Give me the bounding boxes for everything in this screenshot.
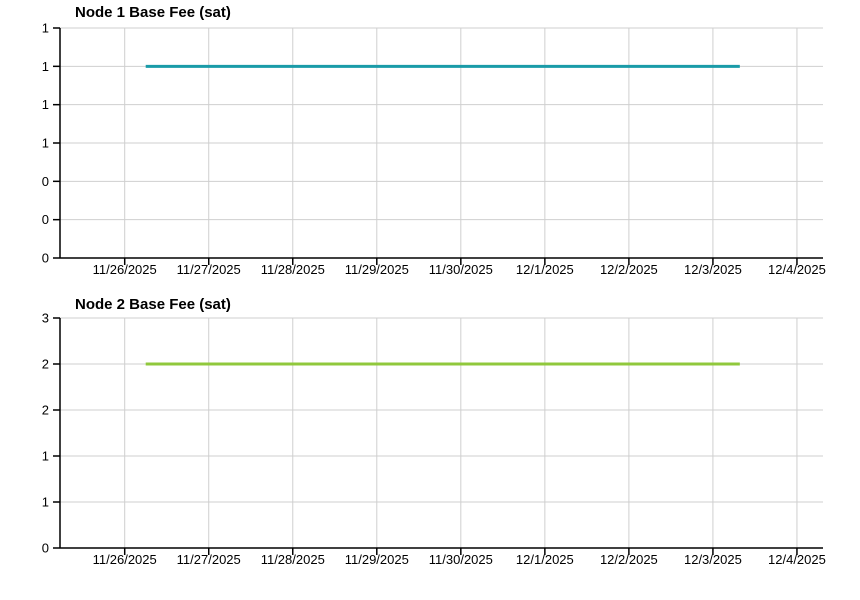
- y-tick-label: 0: [42, 251, 49, 266]
- x-tick-label: 11/27/2025: [177, 552, 241, 567]
- y-tick-label: 0: [42, 541, 49, 556]
- y-tick-label: 0: [42, 174, 49, 189]
- x-tick-label: 12/4/2025: [768, 262, 826, 277]
- x-tick-label: 12/1/2025: [516, 552, 574, 567]
- y-tick-label: 1: [42, 59, 49, 74]
- x-tick-label: 12/2/2025: [600, 552, 658, 567]
- y-tick-label: 1: [42, 449, 49, 464]
- x-tick-label: 11/30/2025: [429, 552, 493, 567]
- x-tick-label: 11/29/2025: [345, 552, 409, 567]
- x-tick-label: 11/26/2025: [93, 552, 157, 567]
- y-tick-label: 1: [42, 21, 49, 36]
- x-tick-label: 11/26/2025: [93, 262, 157, 277]
- y-tick-label: 0: [42, 212, 49, 227]
- x-tick-label: 12/4/2025: [768, 552, 826, 567]
- chart-plot-node-2: 3 2 2 1 1 0 11/26/2025 11/27/2025 11/28/2025 11/2…: [42, 311, 826, 568]
- x-tick-label: 11/28/2025: [261, 262, 325, 277]
- y-tick-label: 3: [42, 311, 49, 326]
- y-tick-label: 2: [42, 403, 49, 418]
- chart-node-2-base-fee: Node 2 Base Fee (sat) 3 2 2 1 1 0 11/26/2025 11…: [0, 292, 860, 600]
- x-tick-label: 12/1/2025: [516, 262, 574, 277]
- x-tick-label: 12/2/2025: [600, 262, 658, 277]
- chart-plot-node-1: 1 1 1 1 0 0 0 11/26/2025 11/27/2025 11/28/2025 11/…: [42, 21, 826, 278]
- y-tick-label: 1: [42, 136, 49, 151]
- x-tick-label: 11/30/2025: [429, 262, 493, 277]
- y-tick-label: 2: [42, 357, 49, 372]
- chart-node-1-base-fee: Node 1 Base Fee (sat) 1 1 1 1 0 0 0 11/26/2025 1…: [0, 0, 860, 290]
- x-tick-label: 11/27/2025: [177, 262, 241, 277]
- x-tick-label: 12/3/2025: [684, 552, 742, 567]
- x-tick-label: 12/3/2025: [684, 262, 742, 277]
- y-tick-label: 1: [42, 97, 49, 112]
- fee-charts-dashboard: Node 1 Base Fee (sat) 1 1 1 1 0 0 0 11/26/2025 1…: [0, 0, 860, 600]
- x-tick-label: 11/28/2025: [261, 552, 325, 567]
- x-tick-label: 11/29/2025: [345, 262, 409, 277]
- y-tick-label: 1: [42, 495, 49, 510]
